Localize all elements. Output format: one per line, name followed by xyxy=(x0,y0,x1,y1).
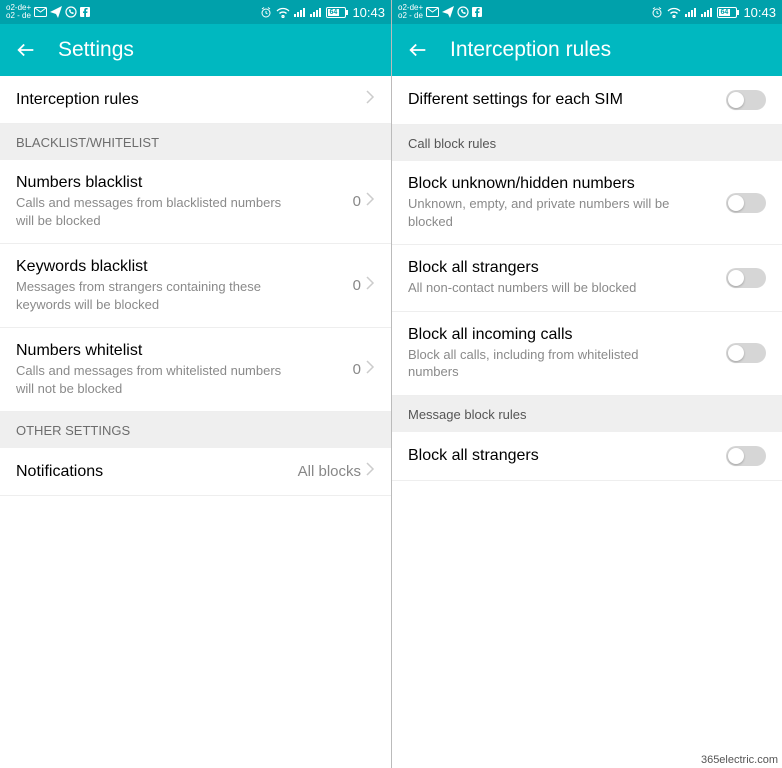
watermark: 365electric.com xyxy=(701,754,778,766)
status-time: 10:43 xyxy=(743,5,776,20)
mail-icon xyxy=(426,7,439,17)
toggle-block-strangers-call[interactable] xyxy=(726,268,766,288)
description: Unknown, empty, and private numbers will… xyxy=(408,195,678,230)
row-block-strangers-call[interactable]: Block all strangers All non-contact numb… xyxy=(392,245,782,312)
section-other-settings: OTHER SETTINGS xyxy=(0,412,391,448)
chevron-right-icon xyxy=(365,276,375,295)
screen-settings: o2-de+ o2 - de 64 10:43 Settings xyxy=(0,0,391,768)
toggle-block-incoming[interactable] xyxy=(726,343,766,363)
chevron-right-icon xyxy=(365,360,375,379)
status-bar: o2-de+ o2 - de 64 10:43 xyxy=(0,0,391,24)
description: Calls and messages from whitelisted numb… xyxy=(16,362,286,397)
label: Interception rules xyxy=(16,91,365,109)
row-block-strangers-msg[interactable]: Block all strangers xyxy=(392,432,782,481)
row-keywords-blacklist[interactable]: Keywords blacklist Messages from strange… xyxy=(0,244,391,328)
label: Numbers whitelist xyxy=(16,342,353,360)
row-numbers-whitelist[interactable]: Numbers whitelist Calls and messages fro… xyxy=(0,328,391,412)
section-blacklist-whitelist: BLACKLIST/WHITELIST xyxy=(0,124,391,160)
row-interception-rules[interactable]: Interception rules xyxy=(0,76,391,124)
value: All blocks xyxy=(298,463,361,480)
app-bar: Interception rules xyxy=(392,24,782,76)
value: 0 xyxy=(353,361,361,378)
wifi-icon xyxy=(276,7,290,18)
chevron-right-icon xyxy=(365,462,375,481)
facebook-icon xyxy=(80,7,90,17)
back-button[interactable] xyxy=(14,38,38,62)
battery-icon: 64 xyxy=(326,7,348,18)
label: Numbers blacklist xyxy=(16,174,353,192)
mail-icon xyxy=(34,7,47,17)
signal-2-icon xyxy=(701,7,713,17)
page-title: Settings xyxy=(58,38,134,62)
label: Notifications xyxy=(16,463,298,481)
description: Block all calls, including from whitelis… xyxy=(408,346,678,381)
row-numbers-blacklist[interactable]: Numbers blacklist Calls and messages fro… xyxy=(0,160,391,244)
alarm-icon xyxy=(260,6,272,18)
description: All non-contact numbers will be blocked xyxy=(408,279,678,297)
label: Block unknown/hidden numbers xyxy=(408,175,726,193)
section-message-block: Message block rules xyxy=(392,396,782,432)
battery-icon: 64 xyxy=(717,7,739,18)
label: Block all strangers xyxy=(408,259,726,277)
row-different-sim[interactable]: Different settings for each SIM xyxy=(392,76,782,125)
screen-interception-rules: o2-de+ o2 - de 64 10:43 Intercept xyxy=(391,0,782,768)
send-icon xyxy=(50,6,62,18)
signal-1-icon xyxy=(685,7,697,17)
alarm-icon xyxy=(651,6,663,18)
carrier-2: o2 - de xyxy=(398,12,423,20)
row-block-unknown[interactable]: Block unknown/hidden numbers Unknown, em… xyxy=(392,161,782,245)
page-title: Interception rules xyxy=(450,38,611,62)
value: 0 xyxy=(353,193,361,210)
toggle-block-strangers-msg[interactable] xyxy=(726,446,766,466)
whatsapp-icon xyxy=(457,6,469,18)
app-bar: Settings xyxy=(0,24,391,76)
status-time: 10:43 xyxy=(352,5,385,20)
toggle-block-unknown[interactable] xyxy=(726,193,766,213)
send-icon xyxy=(442,6,454,18)
label: Keywords blacklist xyxy=(16,258,353,276)
label: Different settings for each SIM xyxy=(408,91,726,109)
back-button[interactable] xyxy=(406,38,430,62)
row-notifications[interactable]: Notifications All blocks xyxy=(0,448,391,496)
signal-2-icon xyxy=(310,7,322,17)
status-bar: o2-de+ o2 - de 64 10:43 xyxy=(392,0,782,24)
toggle-different-sim[interactable] xyxy=(726,90,766,110)
description: Messages from strangers containing these… xyxy=(16,278,286,313)
label: Block all strangers xyxy=(408,447,726,465)
whatsapp-icon xyxy=(65,6,77,18)
description: Calls and messages from blacklisted numb… xyxy=(16,194,286,229)
section-call-block: Call block rules xyxy=(392,125,782,161)
label: Block all incoming calls xyxy=(408,326,726,344)
chevron-right-icon xyxy=(365,192,375,211)
row-block-incoming[interactable]: Block all incoming calls Block all calls… xyxy=(392,312,782,396)
facebook-icon xyxy=(472,7,482,17)
signal-1-icon xyxy=(294,7,306,17)
chevron-right-icon xyxy=(365,90,375,109)
wifi-icon xyxy=(667,7,681,18)
carrier-2: o2 - de xyxy=(6,12,31,20)
value: 0 xyxy=(353,277,361,294)
